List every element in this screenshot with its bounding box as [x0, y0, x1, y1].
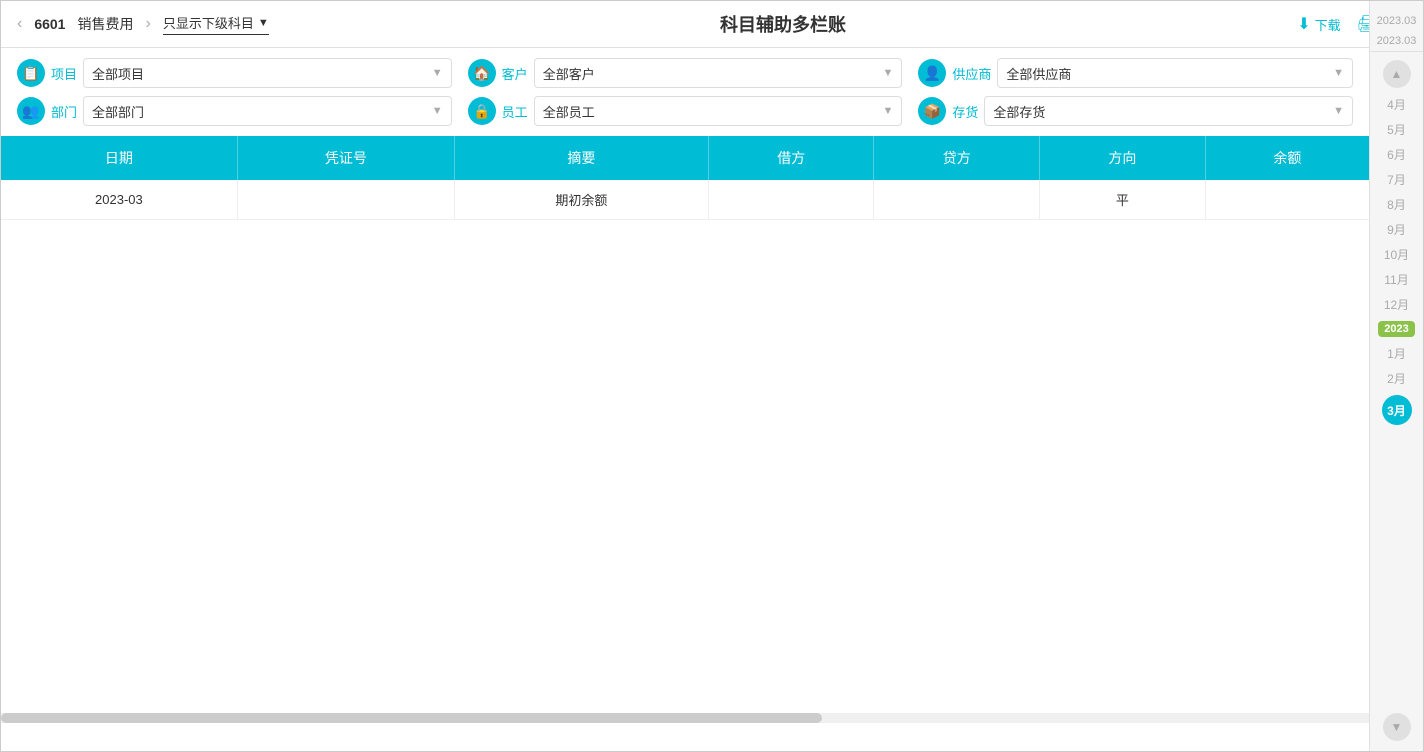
col-direction: 方向	[1040, 136, 1206, 180]
table-container: 日期 凭证号 摘要 借方 贷方 方向 余额 2023-03 期初余额 平	[1, 136, 1369, 220]
filter-customer: 🏠 客户 全部客户 ▼	[468, 58, 903, 88]
department-select[interactable]: 全部部门 ▼	[83, 96, 452, 126]
col-voucher: 凭证号	[237, 136, 454, 180]
supplier-label: 供应商	[952, 64, 991, 83]
sidebar-month-12[interactable]: 12月	[1384, 292, 1409, 317]
project-label: 项目	[51, 64, 77, 83]
account-code: 6601	[34, 16, 65, 32]
employee-select[interactable]: 全部员工 ▼	[534, 96, 903, 126]
inventory-select[interactable]: 全部存货 ▼	[984, 96, 1353, 126]
scrollbar-thumb[interactable]	[1, 713, 822, 723]
filter-employee: 🔒 员工 全部员工 ▼	[468, 96, 903, 126]
employee-label: 员工	[502, 102, 528, 121]
download-button[interactable]: ⬇ 下载	[1297, 14, 1340, 34]
cell-5: 平	[1040, 180, 1206, 220]
sidebar-month-3-label: 3月	[1387, 402, 1406, 419]
customer-arrow-icon: ▼	[882, 67, 893, 79]
sidebar-selected-2[interactable]: 2023.03	[1370, 31, 1423, 52]
sidebar-month-1[interactable]: 1月	[1387, 341, 1406, 366]
inventory-arrow-icon: ▼	[1333, 105, 1344, 117]
customer-select[interactable]: 全部客户 ▼	[534, 58, 903, 88]
cell-1	[237, 180, 454, 220]
employee-arrow-icon: ▼	[882, 105, 893, 117]
col-balance: 余额	[1205, 136, 1369, 180]
customer-icon: 🏠	[468, 59, 496, 87]
cell-3	[708, 180, 874, 220]
header: ‹ 6601 销售费用 › 只显示下级科目 ▼ 科目辅助多栏账 ⬇ 下载 🖨 打…	[1, 1, 1423, 48]
sidebar-month-2[interactable]: 2月	[1387, 366, 1406, 391]
department-value: 全部部门	[92, 102, 144, 121]
supplier-select[interactable]: 全部供应商 ▼	[997, 58, 1353, 88]
download-label: 下载	[1315, 15, 1341, 34]
table-header-row: 日期 凭证号 摘要 借方 贷方 方向 余额	[1, 136, 1369, 180]
col-summary: 摘要	[454, 136, 708, 180]
right-sidebar: 2023.03 2023.03 ▲ 4月 5月 6月 7月 8月 9月 10月 …	[1369, 1, 1423, 751]
supplier-arrow-icon: ▼	[1333, 67, 1344, 79]
employee-icon: 🔒	[468, 97, 496, 125]
page-title: 科目辅助多栏账	[281, 11, 1286, 37]
table-row: 2023-03 期初余额 平	[1, 180, 1369, 220]
sidebar-month-7[interactable]: 7月	[1387, 167, 1406, 192]
sidebar-month-6[interactable]: 6月	[1387, 142, 1406, 167]
project-select[interactable]: 全部项目 ▼	[83, 58, 452, 88]
cell-6	[1205, 180, 1369, 220]
project-icon: 📋	[17, 59, 45, 87]
sidebar-month-11[interactable]: 11月	[1384, 267, 1408, 292]
filter-inventory: 📦 存货 全部存货 ▼	[918, 96, 1353, 126]
sidebar-month-3-active[interactable]: 3月	[1382, 395, 1412, 425]
col-debit: 借方	[708, 136, 874, 180]
inventory-label: 存货	[952, 102, 978, 121]
horizontal-scrollbar[interactable]	[1, 713, 1369, 723]
customer-label: 客户	[502, 64, 528, 83]
col-date: 日期	[1, 136, 237, 180]
nav-next-button[interactable]: ›	[145, 15, 150, 33]
sub-toggle-arrow-icon: ▼	[258, 17, 269, 29]
sub-toggle-label: 只显示下级科目	[163, 13, 254, 32]
sidebar-month-10[interactable]: 10月	[1384, 242, 1409, 267]
inventory-icon: 📦	[918, 97, 946, 125]
sidebar-month-9[interactable]: 9月	[1387, 217, 1406, 242]
filter-row-1: 📋 项目 全部项目 ▼ 🏠 客户 全部客户 ▼ 👤	[17, 58, 1353, 88]
year-badge[interactable]: 2023	[1378, 321, 1414, 337]
customer-value: 全部客户	[543, 64, 595, 83]
filter-area: 📋 项目 全部项目 ▼ 🏠 客户 全部客户 ▼ 👤	[1, 48, 1369, 136]
filter-project: 📋 项目 全部项目 ▼	[17, 58, 452, 88]
supplier-value: 全部供应商	[1006, 64, 1071, 83]
sidebar-month-4[interactable]: 4月	[1387, 92, 1406, 117]
ledger-table: 日期 凭证号 摘要 借方 贷方 方向 余额 2023-03 期初余额 平	[1, 136, 1369, 220]
filter-supplier: 👤 供应商 全部供应商 ▼	[918, 58, 1353, 88]
department-label: 部门	[51, 102, 77, 121]
project-value: 全部项目	[92, 64, 144, 83]
filter-row-2: 👥 部门 全部部门 ▼ 🔒 员工 全部员工 ▼ 📦	[17, 96, 1353, 126]
sidebar-down-button[interactable]: ▼	[1383, 713, 1411, 741]
supplier-icon: 👤	[918, 59, 946, 87]
sub-toggle[interactable]: 只显示下级科目 ▼	[163, 13, 269, 35]
cell-4	[874, 180, 1040, 220]
department-icon: 👥	[17, 97, 45, 125]
nav-prev-button[interactable]: ‹	[17, 15, 22, 33]
inventory-value: 全部存货	[993, 102, 1045, 121]
sidebar-selected-1[interactable]: 2023.03	[1377, 11, 1417, 31]
account-name: 销售费用	[77, 14, 133, 34]
cell-0: 2023-03	[1, 180, 237, 220]
project-arrow-icon: ▼	[432, 67, 443, 79]
department-arrow-icon: ▼	[432, 105, 443, 117]
cell-2: 期初余额	[454, 180, 708, 220]
sidebar-up-button[interactable]: ▲	[1383, 60, 1411, 88]
up-arrow-icon: ▲	[1391, 67, 1403, 81]
employee-value: 全部员工	[543, 102, 595, 121]
download-icon: ⬇	[1297, 14, 1310, 34]
filter-department: 👥 部门 全部部门 ▼	[17, 96, 452, 126]
sidebar-month-8[interactable]: 8月	[1387, 192, 1406, 217]
sidebar-month-5[interactable]: 5月	[1387, 117, 1406, 142]
col-credit: 贷方	[874, 136, 1040, 180]
down-arrow-icon: ▼	[1391, 720, 1403, 734]
